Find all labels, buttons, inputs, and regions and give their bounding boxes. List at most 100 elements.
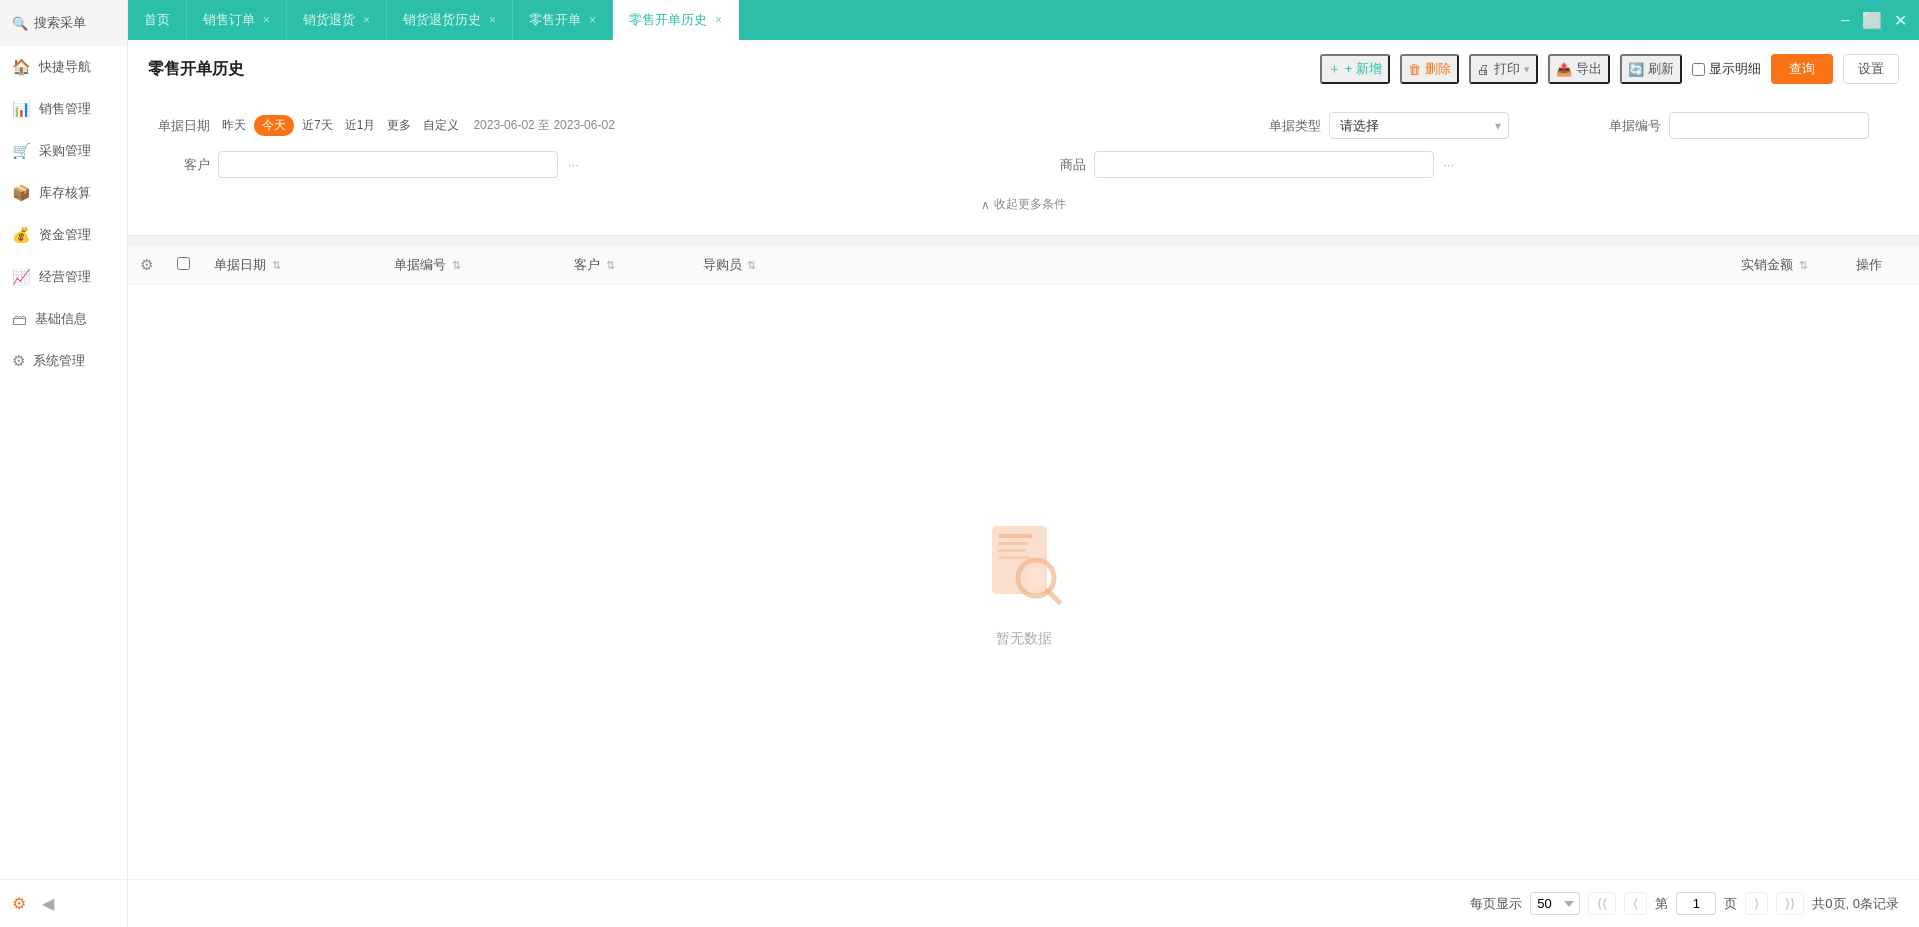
tab-sales-return-history-close[interactable]: × (489, 13, 496, 27)
shortcut-more[interactable]: 更多 (383, 115, 415, 136)
tab-retail-history[interactable]: 零售开单历史 × (613, 0, 739, 40)
add-button[interactable]: ＋ + 新增 (1320, 54, 1390, 84)
sidebar-item-label: 系统管理 (33, 352, 85, 370)
table-header: ⚙ 单据日期 ⇅ 单据编号 ⇅ (128, 246, 1919, 285)
display-detail-checkbox-label[interactable]: 显示明细 (1692, 60, 1761, 78)
orderno-filter-label: 单据编号 (1599, 117, 1669, 135)
shortcut-custom[interactable]: 自定义 (419, 115, 463, 136)
close-button[interactable]: ✕ (1894, 11, 1907, 30)
export-button[interactable]: 📤 导出 (1548, 54, 1610, 84)
svg-rect-4 (998, 556, 1030, 559)
tab-retail-open-close[interactable]: × (589, 13, 596, 27)
collapse-icon[interactable]: ◀ (42, 894, 54, 913)
home-icon: 🏠 (12, 58, 31, 76)
refresh-button[interactable]: 🔄 刷新 (1620, 54, 1682, 84)
tab-retail-history-label: 零售开单历史 (629, 11, 707, 29)
minimize-button[interactable]: – (1841, 11, 1850, 29)
next-page-button[interactable]: ⟩ (1745, 892, 1768, 915)
page-suffix: 页 (1724, 895, 1737, 913)
filter-row-1: 单据日期 昨天 今天 近7天 近1月 更多 自定义 2023-06-02 至 2… (148, 112, 1899, 139)
tab-retail-history-close[interactable]: × (715, 13, 722, 27)
settings-icon[interactable]: ⚙ (140, 256, 153, 273)
tab-sales-order-close[interactable]: × (263, 13, 270, 27)
per-page-label: 每页显示 (1470, 895, 1522, 913)
sidebar-item-label: 经营管理 (39, 268, 91, 286)
restore-button[interactable]: ⬜ (1862, 11, 1882, 30)
filter-section-date: 单据日期 昨天 今天 近7天 近1月 更多 自定义 2023-06-02 至 2… (148, 115, 1259, 136)
tab-home[interactable]: 首页 (128, 0, 187, 40)
delete-label: 删除 (1425, 60, 1451, 78)
select-all-checkbox[interactable] (177, 257, 190, 270)
shortcut-today[interactable]: 今天 (254, 115, 294, 136)
th-date[interactable]: 单据日期 ⇅ (202, 246, 382, 285)
chart-icon: 📊 (12, 100, 31, 118)
sidebar-item-quick-nav[interactable]: 🏠 快捷导航 (0, 46, 127, 88)
svg-rect-2 (998, 542, 1028, 545)
order-no-input[interactable] (1669, 112, 1869, 139)
first-page-button[interactable]: ⟨⟨ (1588, 892, 1616, 915)
svg-rect-1 (998, 534, 1033, 538)
collapse-label: 收起更多条件 (994, 196, 1066, 213)
sidebar-item-operations[interactable]: 📈 经营管理 (0, 256, 127, 298)
shortcut-yesterday[interactable]: 昨天 (218, 115, 250, 136)
tab-retail-open-label: 零售开单 (529, 11, 581, 29)
th-order-no-label: 单据编号 (394, 257, 446, 272)
th-date-label: 单据日期 (214, 257, 266, 272)
sidebar-item-label: 库存核算 (39, 184, 91, 202)
sidebar-item-sys-mgmt[interactable]: ⚙ 系统管理 (0, 340, 127, 382)
th-customer[interactable]: 客户 ⇅ (562, 246, 690, 285)
settings-button[interactable]: 设置 (1843, 54, 1899, 84)
th-salesperson[interactable]: 导购员 ⇅ (691, 246, 845, 285)
tab-sales-order[interactable]: 销售订单 × (187, 0, 287, 40)
shortcut-1month[interactable]: 近1月 (341, 115, 380, 136)
print-button[interactable]: 🖨 打印 ▾ (1469, 54, 1538, 84)
table-empty-state: 暂无数据 (128, 285, 1919, 879)
sidebar-item-basic-info[interactable]: 🗃 基础信息 (0, 298, 127, 340)
sidebar-item-purchase-mgmt[interactable]: 🛒 采购管理 (0, 130, 127, 172)
collapse-icon: ∧ (981, 198, 990, 212)
sidebar-search[interactable]: 🔍 搜索采单 (0, 0, 127, 46)
query-button[interactable]: 查询 (1771, 54, 1833, 84)
display-detail-label: 显示明细 (1709, 60, 1761, 78)
empty-text: 暂无数据 (996, 630, 1052, 648)
page-title: 零售开单历史 (148, 59, 244, 80)
customer-input[interactable] (218, 151, 558, 178)
tab-sales-return[interactable]: 销货退货 × (287, 0, 387, 40)
gear-icon: ⚙ (12, 352, 25, 370)
prev-page-button[interactable]: ⟨ (1624, 892, 1647, 915)
customer-ellipsis: ··· (568, 157, 579, 172)
sidebar-item-sales-mgmt[interactable]: 📊 销售管理 (0, 88, 127, 130)
goods-ellipsis: ··· (1444, 157, 1455, 172)
delete-button[interactable]: 🗑 删除 (1400, 54, 1459, 84)
filter-section-orderno: 单据编号 (1599, 112, 1899, 139)
type-select[interactable]: 请选择 (1329, 112, 1509, 139)
sidebar-item-label: 资金管理 (39, 226, 91, 244)
tab-retail-open[interactable]: 零售开单 × (513, 0, 613, 40)
settings-icon[interactable]: ⚙ (12, 894, 26, 913)
per-page-select[interactable]: 10 20 50 100 (1530, 892, 1580, 915)
tab-sales-return-history[interactable]: 销货退货历史 × (387, 0, 513, 40)
collapse-more-button[interactable]: ∧ 收起更多条件 (981, 196, 1066, 213)
display-detail-checkbox[interactable] (1692, 63, 1705, 76)
th-spacer (845, 246, 1640, 285)
refresh-icon: 🔄 (1628, 62, 1644, 77)
cart-icon: 🛒 (12, 142, 31, 160)
search-icon: 🔍 (12, 16, 28, 31)
th-order-no[interactable]: 单据编号 ⇅ (382, 246, 562, 285)
last-page-button[interactable]: ⟩⟩ (1776, 892, 1804, 915)
empty-illustration (974, 516, 1074, 616)
box-icon: 📦 (12, 184, 31, 202)
toolbar: ＋ + 新增 🗑 删除 🖨 打印 ▾ 📤 导出 (1320, 54, 1899, 84)
sidebar-item-finance[interactable]: 💰 资金管理 (0, 214, 127, 256)
sidebar-item-inventory[interactable]: 📦 库存核算 (0, 172, 127, 214)
sidebar-item-label: 基础信息 (35, 310, 87, 328)
add-icon: ＋ (1328, 60, 1341, 78)
shortcut-7days[interactable]: 近7天 (298, 115, 337, 136)
tab-sales-return-close[interactable]: × (363, 13, 370, 27)
th-amount[interactable]: 实销金额 ⇅ (1640, 246, 1820, 285)
filter-section-customer: 客户 ··· (148, 151, 1024, 178)
filter-section-goods: 商品 ··· (1024, 151, 1900, 178)
sidebar: 🔍 搜索采单 🏠 快捷导航 📊 销售管理 🛒 采购管理 📦 库存核算 💰 资金管… (0, 0, 128, 927)
goods-input[interactable] (1094, 151, 1434, 178)
page-input[interactable] (1676, 892, 1716, 915)
